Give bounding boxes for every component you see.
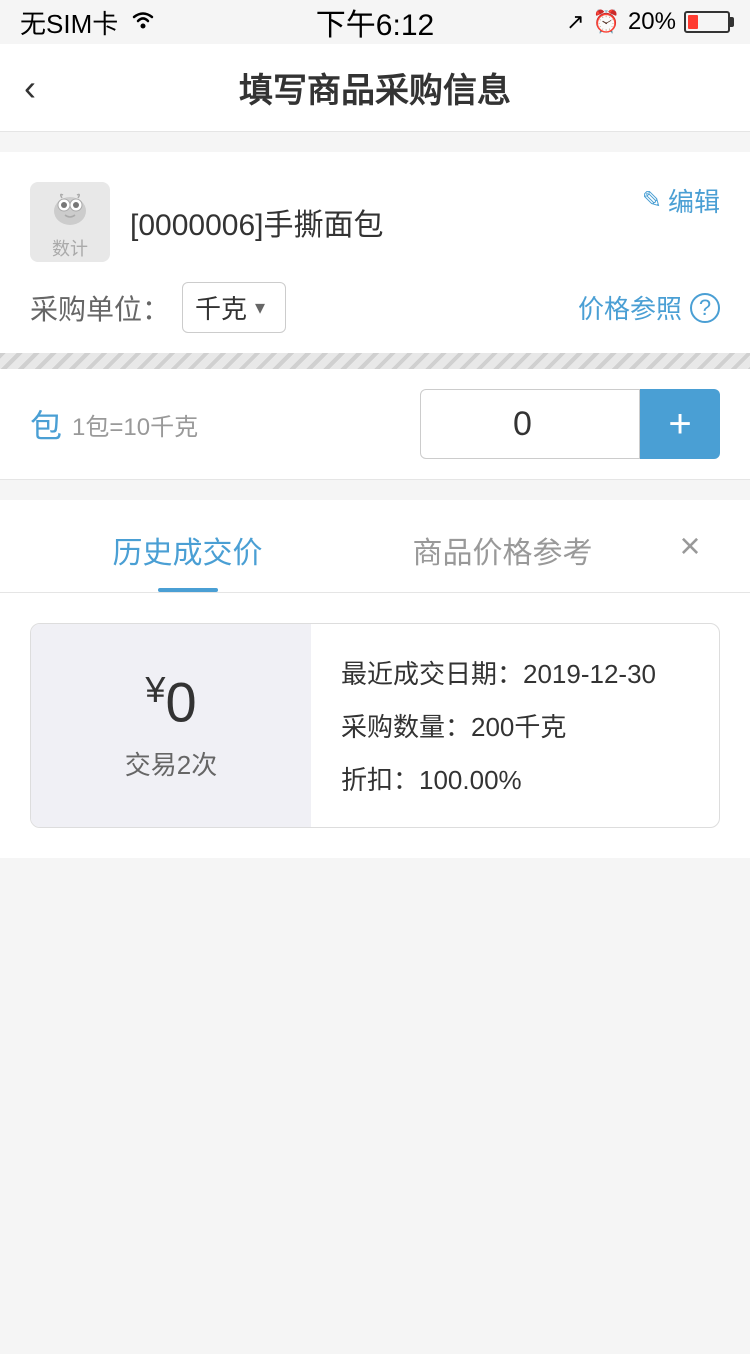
yen-symbol: ¥ bbox=[145, 669, 165, 710]
tab-product-price-ref[interactable]: 商品价格参考 bbox=[345, 500, 660, 592]
tabs-header: 历史成交价 商品价格参考 × bbox=[0, 500, 750, 593]
stripe-divider bbox=[0, 353, 750, 369]
product-thumbnail: 数计 bbox=[30, 182, 110, 262]
alarm-icon: ⏰ bbox=[593, 9, 620, 35]
quantity-label: 包 1包=10千克 bbox=[30, 401, 198, 447]
product-left: 数计 [0000006]手撕面包 bbox=[30, 182, 383, 262]
purchase-qty-label: 采购数量： bbox=[341, 712, 471, 742]
status-bar: 无SIM卡 下午6:12 ↗ ⏰ 20% bbox=[0, 0, 750, 44]
carrier-text: 无SIM卡 bbox=[20, 4, 118, 41]
edit-label: 编辑 bbox=[668, 182, 720, 219]
price-reference-button[interactable]: 价格参照 ? bbox=[578, 289, 720, 326]
unit-conversion-note: 1包=10千克 bbox=[72, 407, 198, 442]
product-unit-row: 采购单位： 千克 ▾ 价格参照 ? bbox=[30, 282, 720, 333]
discount-value: 100.00% bbox=[419, 765, 522, 795]
purchase-qty-value: 200千克 bbox=[471, 712, 566, 742]
last-deal-date-label: 最近成交日期： bbox=[341, 659, 523, 689]
location-icon: ↗ bbox=[566, 9, 584, 35]
quantity-plus-button[interactable]: + bbox=[640, 389, 720, 459]
product-id: [0000006] bbox=[130, 209, 263, 242]
tab-close-button[interactable]: × bbox=[660, 516, 720, 576]
tabs-section: 历史成交价 商品价格参考 × ¥0 交易2次 最近成交日期：2019-12-30 bbox=[0, 500, 750, 858]
status-left: 无SIM卡 bbox=[20, 4, 158, 41]
product-info: [0000006]手撕面包 bbox=[130, 200, 383, 244]
price-card-right: 最近成交日期：2019-12-30 采购数量：200千克 折扣：100.00% bbox=[311, 624, 719, 827]
price-amount: ¥0 bbox=[145, 669, 196, 735]
product-owl-icon: 数计 bbox=[45, 183, 95, 261]
unit-left: 采购单位： 千克 ▾ bbox=[30, 282, 286, 333]
help-circle-icon: ? bbox=[690, 293, 720, 323]
tab-history-price[interactable]: 历史成交价 bbox=[30, 500, 345, 592]
last-deal-date-row: 最近成交日期：2019-12-30 bbox=[341, 654, 689, 691]
nav-title: 填写商品采购信息 bbox=[239, 63, 511, 112]
product-name: 手撕面包 bbox=[263, 209, 383, 242]
price-value: 0 bbox=[165, 671, 196, 734]
edit-icon: ✎ bbox=[642, 186, 662, 215]
wifi-icon bbox=[128, 7, 158, 38]
battery-icon bbox=[684, 11, 730, 33]
price-ref-label: 价格参照 bbox=[578, 289, 682, 326]
purchase-qty-row: 采购数量：200千克 bbox=[341, 707, 689, 744]
price-card: ¥0 交易2次 最近成交日期：2019-12-30 采购数量：200千克 折扣：… bbox=[30, 623, 720, 828]
back-button[interactable]: ‹ bbox=[24, 67, 36, 109]
quantity-row: 包 1包=10千克 + bbox=[0, 369, 750, 480]
bao-character: 包 bbox=[30, 401, 62, 447]
product-header: 数计 [0000006]手撕面包 ✎ 编辑 bbox=[30, 182, 720, 262]
status-time: 下午6:12 bbox=[316, 0, 434, 44]
product-section: 数计 [0000006]手撕面包 ✎ 编辑 采购单位： 千克 ▾ bbox=[0, 152, 750, 353]
edit-button[interactable]: ✎ 编辑 bbox=[642, 182, 720, 219]
unit-value: 千克 bbox=[195, 289, 247, 326]
product-full-name: [0000006]手撕面包 bbox=[130, 200, 383, 244]
discount-row: 折扣：100.00% bbox=[341, 760, 689, 797]
unit-label: 采购单位： bbox=[30, 288, 170, 328]
battery-fill bbox=[688, 15, 698, 29]
status-right: ↗ ⏰ 20% bbox=[566, 8, 730, 36]
nav-bar: ‹ 填写商品采购信息 bbox=[0, 44, 750, 132]
history-price-content: ¥0 交易2次 最近成交日期：2019-12-30 采购数量：200千克 折扣：… bbox=[0, 593, 750, 858]
discount-label: 折扣： bbox=[341, 765, 419, 795]
page-content: 数计 [0000006]手撕面包 ✎ 编辑 采购单位： 千克 ▾ bbox=[0, 152, 750, 1354]
quantity-input-area: + bbox=[420, 389, 720, 459]
battery-percent: 20% bbox=[628, 8, 676, 36]
unit-select-dropdown[interactable]: 千克 ▾ bbox=[182, 282, 286, 333]
dropdown-arrow-icon: ▾ bbox=[255, 295, 265, 320]
price-card-left: ¥0 交易2次 bbox=[31, 624, 311, 827]
transaction-count: 交易2次 bbox=[125, 745, 217, 782]
quantity-input[interactable] bbox=[420, 389, 640, 459]
last-deal-date-value: 2019-12-30 bbox=[523, 659, 656, 689]
